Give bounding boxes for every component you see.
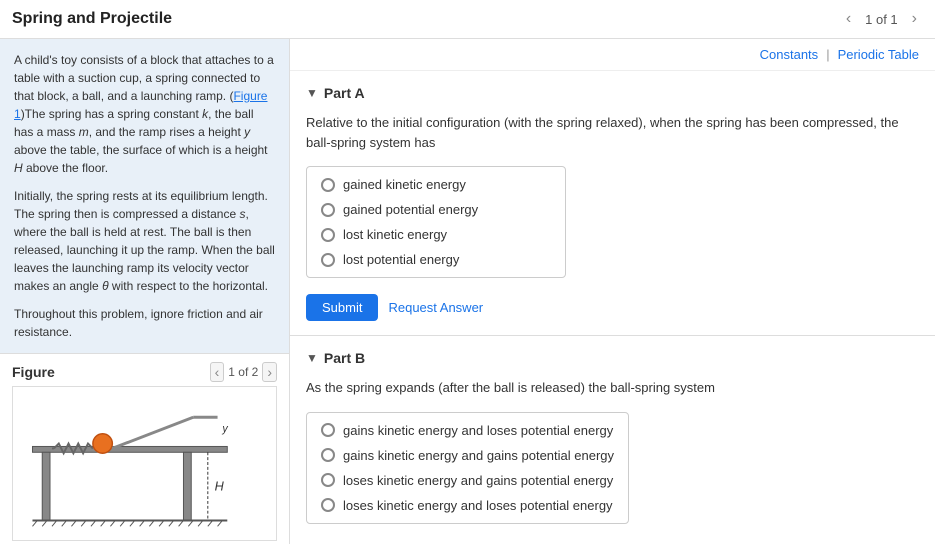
option-a1-label: gained kinetic energy xyxy=(343,177,466,192)
part-a-option-2[interactable]: gained potential energy xyxy=(321,202,551,217)
next-page-button[interactable]: › xyxy=(906,8,923,30)
part-a-question: Relative to the initial configuration (w… xyxy=(306,113,919,152)
figure-prev-button[interactable]: ‹ xyxy=(210,362,225,382)
part-b-option-1[interactable]: gains kinetic energy and loses potential… xyxy=(321,423,614,438)
problem-paragraph-3: Throughout this problem, ignore friction… xyxy=(14,305,275,341)
problem-text-box: A child's toy consists of a block that a… xyxy=(0,39,289,353)
option-a4-label: lost potential energy xyxy=(343,252,459,267)
problem-paragraph-1: A child's toy consists of a block that a… xyxy=(14,51,275,177)
figure-link[interactable]: Figure 1 xyxy=(14,89,267,121)
part-a-actions: Submit Request Answer xyxy=(306,294,919,321)
part-b-arrow: ▼ xyxy=(306,351,318,365)
part-a-arrow: ▼ xyxy=(306,86,318,100)
radio-a1[interactable] xyxy=(321,178,335,192)
left-panel: A child's toy consists of a block that a… xyxy=(0,39,290,544)
prev-page-button[interactable]: ‹ xyxy=(840,8,857,30)
figure-header: Figure ‹ 1 of 2 › xyxy=(12,362,277,382)
option-b2-label: gains kinetic energy and gains potential… xyxy=(343,448,614,463)
option-a3-label: lost kinetic energy xyxy=(343,227,447,242)
header: Spring and Projectile ‹ 1 of 1 › xyxy=(0,0,935,39)
top-links-bar: Constants | Periodic Table xyxy=(290,39,935,71)
svg-text:H: H xyxy=(215,479,225,493)
constants-link[interactable]: Constants xyxy=(760,47,819,62)
links-separator: | xyxy=(826,47,829,62)
part-b-options: gains kinetic energy and loses potential… xyxy=(306,412,629,524)
header-navigation: ‹ 1 of 1 › xyxy=(840,8,923,30)
option-b1-label: gains kinetic energy and loses potential… xyxy=(343,423,613,438)
part-b-header[interactable]: ▼ Part B xyxy=(306,350,919,366)
option-b3-label: loses kinetic energy and gains potential… xyxy=(343,473,613,488)
radio-b3[interactable] xyxy=(321,473,335,487)
radio-a4[interactable] xyxy=(321,253,335,267)
part-a-option-3[interactable]: lost kinetic energy xyxy=(321,227,551,242)
radio-b4[interactable] xyxy=(321,498,335,512)
right-panel: Constants | Periodic Table ▼ Part A Rela… xyxy=(290,39,935,544)
radio-a2[interactable] xyxy=(321,203,335,217)
radio-b2[interactable] xyxy=(321,448,335,462)
part-a-option-1[interactable]: gained kinetic energy xyxy=(321,177,551,192)
part-b-option-4[interactable]: loses kinetic energy and loses potential… xyxy=(321,498,614,513)
part-b-option-2[interactable]: gains kinetic energy and gains potential… xyxy=(321,448,614,463)
part-b-option-3[interactable]: loses kinetic energy and gains potential… xyxy=(321,473,614,488)
figure-illustration: H y xyxy=(12,386,277,541)
submit-button[interactable]: Submit xyxy=(306,294,378,321)
figure-pagination: 1 of 2 xyxy=(228,365,258,379)
part-a-section: ▼ Part A Relative to the initial configu… xyxy=(290,71,935,336)
page-title: Spring and Projectile xyxy=(12,10,172,28)
part-b-question: As the spring expands (after the ball is… xyxy=(306,378,919,398)
part-b-label: Part B xyxy=(324,350,365,366)
option-b4-label: loses kinetic energy and loses potential… xyxy=(343,498,613,513)
figure-next-button[interactable]: › xyxy=(262,362,277,382)
periodic-table-link[interactable]: Periodic Table xyxy=(838,47,919,62)
figure-label: Figure xyxy=(12,364,55,380)
option-a2-label: gained potential energy xyxy=(343,202,478,217)
part-a-options: gained kinetic energy gained potential e… xyxy=(306,166,566,278)
pagination-label: 1 of 1 xyxy=(865,12,898,27)
problem-paragraph-2: Initially, the spring rests at its equil… xyxy=(14,187,275,295)
part-a-label: Part A xyxy=(324,85,365,101)
svg-text:y: y xyxy=(221,423,228,435)
part-a-option-4[interactable]: lost potential energy xyxy=(321,252,551,267)
radio-a3[interactable] xyxy=(321,228,335,242)
part-a-header[interactable]: ▼ Part A xyxy=(306,85,919,101)
figure-section: Figure ‹ 1 of 2 › xyxy=(0,353,289,544)
radio-b1[interactable] xyxy=(321,423,335,437)
main-layout: A child's toy consists of a block that a… xyxy=(0,39,935,544)
figure-navigation: ‹ 1 of 2 › xyxy=(210,362,277,382)
part-b-section: ▼ Part B As the spring expands (after th… xyxy=(290,336,935,544)
request-answer-button[interactable]: Request Answer xyxy=(388,294,483,321)
